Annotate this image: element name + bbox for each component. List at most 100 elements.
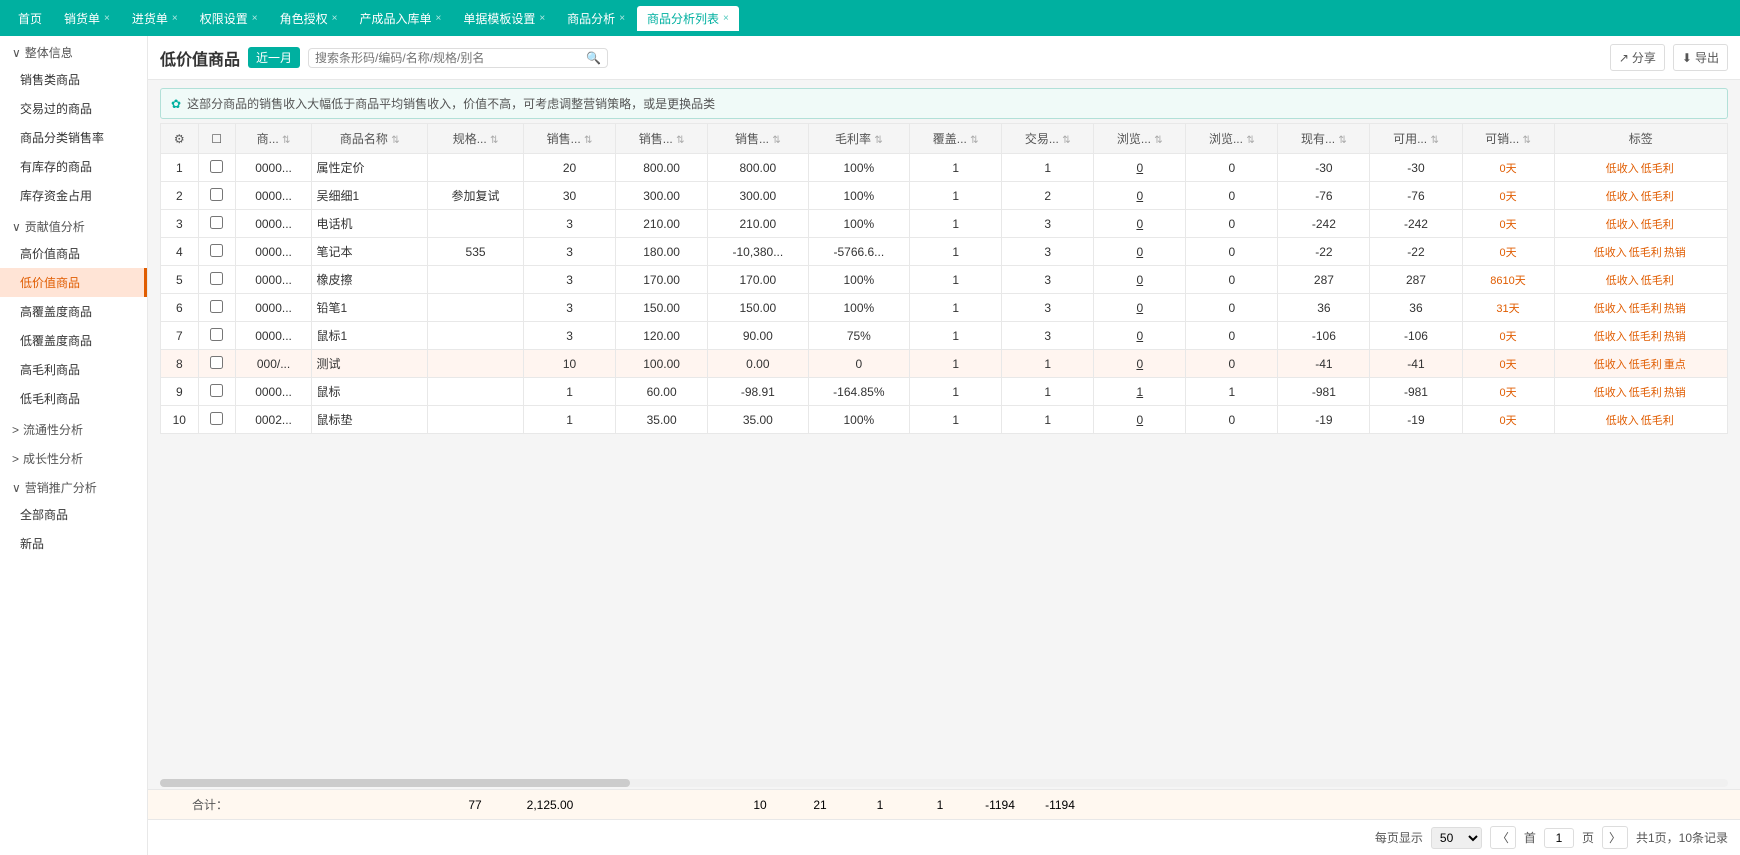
horizontal-scrollbar[interactable] [160, 779, 1728, 787]
col-coverage[interactable]: 覆盖... ⇅ [910, 124, 1002, 154]
nav-role-auth[interactable]: 角色授权 × [270, 6, 348, 31]
row-checkbox[interactable] [198, 350, 235, 378]
row-checkbox[interactable] [198, 210, 235, 238]
prev-page-button[interactable]: 〈 [1490, 826, 1516, 849]
scrollbar-thumb[interactable] [160, 779, 630, 787]
browse1-value: 0 [1136, 413, 1143, 427]
sidebar-item-all-products[interactable]: 全部商品 [0, 500, 147, 529]
row-coverage: 1 [910, 350, 1002, 378]
browse1-value: 0 [1136, 189, 1143, 203]
sidebar-item-high-margin[interactable]: 高毛利商品 [0, 355, 147, 384]
sidebar-item-low-margin[interactable]: 低毛利商品 [0, 384, 147, 413]
row-checkbox[interactable] [198, 266, 235, 294]
row-checkbox[interactable] [198, 378, 235, 406]
row-no: 7 [161, 322, 199, 350]
sidebar-item-high-value[interactable]: 高价值商品 [0, 239, 147, 268]
table-header-row: ⚙ ☐ 商... ⇅ 商品名称 ⇅ 规格... ⇅ 销售... ⇅ 销售... … [161, 124, 1728, 154]
nav-close-icon[interactable]: × [539, 13, 545, 24]
nav-close-icon[interactable]: × [252, 13, 258, 24]
row-checkbox[interactable] [198, 238, 235, 266]
row-browse2: 0 [1186, 294, 1278, 322]
sidebar-item-low-value[interactable]: 低价值商品 [0, 268, 147, 297]
sidebar-item-high-coverage[interactable]: 高覆盖度商品 [0, 297, 147, 326]
row-coverage: 1 [910, 406, 1002, 434]
nav-product-analysis-list[interactable]: 商品分析列表 × [637, 6, 739, 31]
browse1-value: 1 [1136, 385, 1143, 399]
header-actions: ↗ 分享 ⬇ 导出 [1610, 44, 1728, 71]
row-sales-avg: 800.00 [708, 154, 808, 182]
row-checkbox[interactable] [198, 182, 235, 210]
row-checkbox[interactable] [198, 322, 235, 350]
row-browse1: 0 [1094, 210, 1186, 238]
nav-close-icon[interactable]: × [104, 13, 110, 24]
nav-home[interactable]: 首页 [8, 6, 52, 31]
row-margin: -164.85% [808, 378, 910, 406]
search-input[interactable] [315, 51, 586, 65]
col-available[interactable]: 可用... ⇅ [1370, 124, 1462, 154]
col-saleable[interactable]: 可销... ⇅ [1462, 124, 1554, 154]
row-name: 属性定价 [312, 154, 428, 182]
share-button[interactable]: ↗ 分享 [1610, 44, 1665, 71]
sidebar-item-sales-products[interactable]: 销售类商品 [0, 65, 147, 94]
total-available: -1194 [1030, 798, 1090, 812]
row-sales-avg: 0.00 [708, 350, 808, 378]
nav-sales-order[interactable]: 销货单 × [54, 6, 120, 31]
sidebar-section-growth[interactable]: > 成长性分析 [0, 442, 147, 471]
col-trade[interactable]: 交易... ⇅ [1002, 124, 1094, 154]
sidebar-item-traded-products[interactable]: 交易过的商品 [0, 94, 147, 123]
col-sales-amt[interactable]: 销售... ⇅ [616, 124, 708, 154]
search-icon[interactable]: 🔍 [586, 51, 601, 65]
per-page-select[interactable]: 50 100 200 [1431, 827, 1482, 849]
col-browse2[interactable]: 浏览... ⇅ [1186, 124, 1278, 154]
tag-label: 低毛利 [1629, 331, 1662, 343]
nav-close-icon[interactable]: × [723, 13, 729, 24]
tag-label: 低毛利 [1629, 303, 1662, 315]
tag-label: 低毛利 [1641, 219, 1674, 231]
sidebar-item-stocked-products[interactable]: 有库存的商品 [0, 152, 147, 181]
total-info: 共1页，10条记录 [1636, 829, 1728, 846]
time-filter-button[interactable]: 近一月 [248, 47, 300, 68]
nav-purchase-order[interactable]: 进货单 × [122, 6, 188, 31]
col-margin[interactable]: 毛利率 ⇅ [808, 124, 910, 154]
row-tags: 低收入低毛利热销 [1554, 322, 1727, 350]
sidebar-item-low-coverage[interactable]: 低覆盖度商品 [0, 326, 147, 355]
nav-close-icon[interactable]: × [172, 13, 178, 24]
col-settings[interactable]: ⚙ [161, 124, 199, 154]
sidebar-item-stock-funds[interactable]: 库存资金占用 [0, 181, 147, 210]
row-tags: 低收入低毛利重点 [1554, 350, 1727, 378]
col-name[interactable]: 商品名称 ⇅ [312, 124, 428, 154]
row-checkbox[interactable] [198, 294, 235, 322]
col-tags[interactable]: 标签 [1554, 124, 1727, 154]
top-navigation: 首页 销货单 × 进货单 × 权限设置 × 角色授权 × 产成品入库单 × 单据… [0, 0, 1740, 36]
row-browse1: 0 [1094, 182, 1186, 210]
nav-product-inbound[interactable]: 产成品入库单 × [349, 6, 451, 31]
table-row: 4 0000... 笔记本 535 3 180.00 -10,380... -5… [161, 238, 1728, 266]
row-checkbox[interactable] [198, 154, 235, 182]
col-spec[interactable]: 规格... ⇅ [428, 124, 524, 154]
nav-close-icon[interactable]: × [435, 13, 441, 24]
page-number-input[interactable] [1544, 828, 1574, 848]
row-saleable: 31天 [1462, 294, 1554, 322]
sidebar-item-new-products[interactable]: 新品 [0, 529, 147, 558]
row-stock: -76 [1278, 182, 1370, 210]
nav-product-analysis[interactable]: 商品分析 × [557, 6, 635, 31]
tag-label: 低收入 [1594, 359, 1627, 371]
row-checkbox[interactable] [198, 406, 235, 434]
sidebar-section-circulation[interactable]: > 流通性分析 [0, 413, 147, 442]
col-sales-avg[interactable]: 销售... ⇅ [708, 124, 808, 154]
sidebar-item-category-sales-rate[interactable]: 商品分类销售率 [0, 123, 147, 152]
export-button[interactable]: ⬇ 导出 [1673, 44, 1728, 71]
total-browse2: 1 [910, 798, 970, 812]
next-page-button[interactable]: 〉 [1602, 826, 1628, 849]
nav-close-icon[interactable]: × [332, 13, 338, 24]
col-code[interactable]: 商... ⇅ [235, 124, 312, 154]
col-sales-qty[interactable]: 销售... ⇅ [524, 124, 616, 154]
total-sales-qty: 77 [440, 798, 510, 812]
nav-permissions[interactable]: 权限设置 × [190, 6, 268, 31]
col-checkbox[interactable]: ☐ [198, 124, 235, 154]
row-browse2: 1 [1186, 378, 1278, 406]
col-stock[interactable]: 现有... ⇅ [1278, 124, 1370, 154]
col-browse1[interactable]: 浏览... ⇅ [1094, 124, 1186, 154]
nav-template-settings[interactable]: 单据模板设置 × [453, 6, 555, 31]
nav-close-icon[interactable]: × [619, 13, 625, 24]
